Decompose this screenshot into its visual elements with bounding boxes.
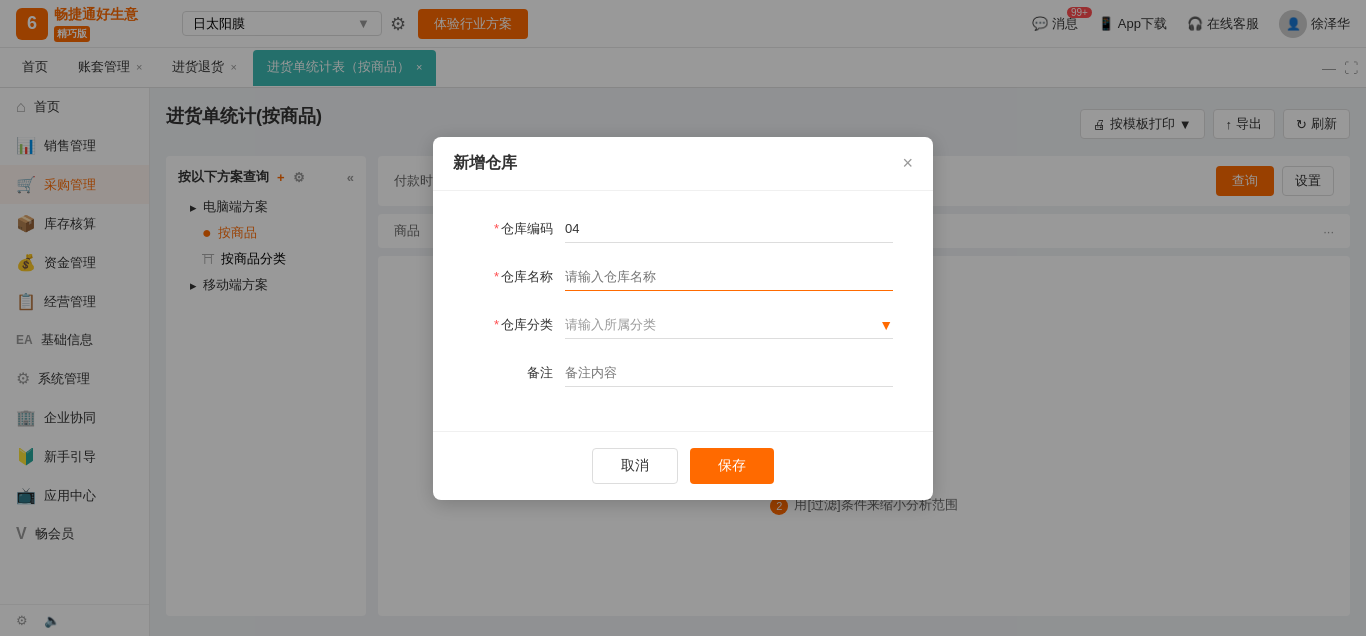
form-row-code: 仓库编码	[473, 215, 893, 243]
category-select-wrap: 请输入所属分类 ▼	[565, 311, 893, 339]
code-input[interactable]	[565, 215, 893, 243]
code-label: 仓库编码	[473, 220, 553, 238]
category-select[interactable]: 请输入所属分类	[565, 311, 893, 339]
form-row-category: 仓库分类 请输入所属分类 ▼	[473, 311, 893, 339]
modal-close-button[interactable]: ×	[902, 153, 913, 174]
name-label: 仓库名称	[473, 268, 553, 286]
modal-header: 新增仓库 ×	[433, 137, 933, 191]
save-button[interactable]: 保存	[690, 448, 774, 484]
modal-body: 仓库编码 仓库名称 仓库分类 请输入所属分类 ▼ 备注	[433, 191, 933, 431]
cancel-button[interactable]: 取消	[592, 448, 678, 484]
name-input[interactable]	[565, 263, 893, 291]
modal-title: 新增仓库	[453, 153, 517, 174]
modal-footer: 取消 保存	[433, 431, 933, 500]
form-row-remark: 备注	[473, 359, 893, 387]
form-row-name: 仓库名称	[473, 263, 893, 291]
modal-overlay[interactable]: 新增仓库 × 仓库编码 仓库名称 仓库分类 请输入所属分类 ▼	[0, 0, 1366, 636]
remark-input[interactable]	[565, 359, 893, 387]
remark-label: 备注	[473, 364, 553, 382]
add-warehouse-modal: 新增仓库 × 仓库编码 仓库名称 仓库分类 请输入所属分类 ▼	[433, 137, 933, 500]
category-label: 仓库分类	[473, 316, 553, 334]
